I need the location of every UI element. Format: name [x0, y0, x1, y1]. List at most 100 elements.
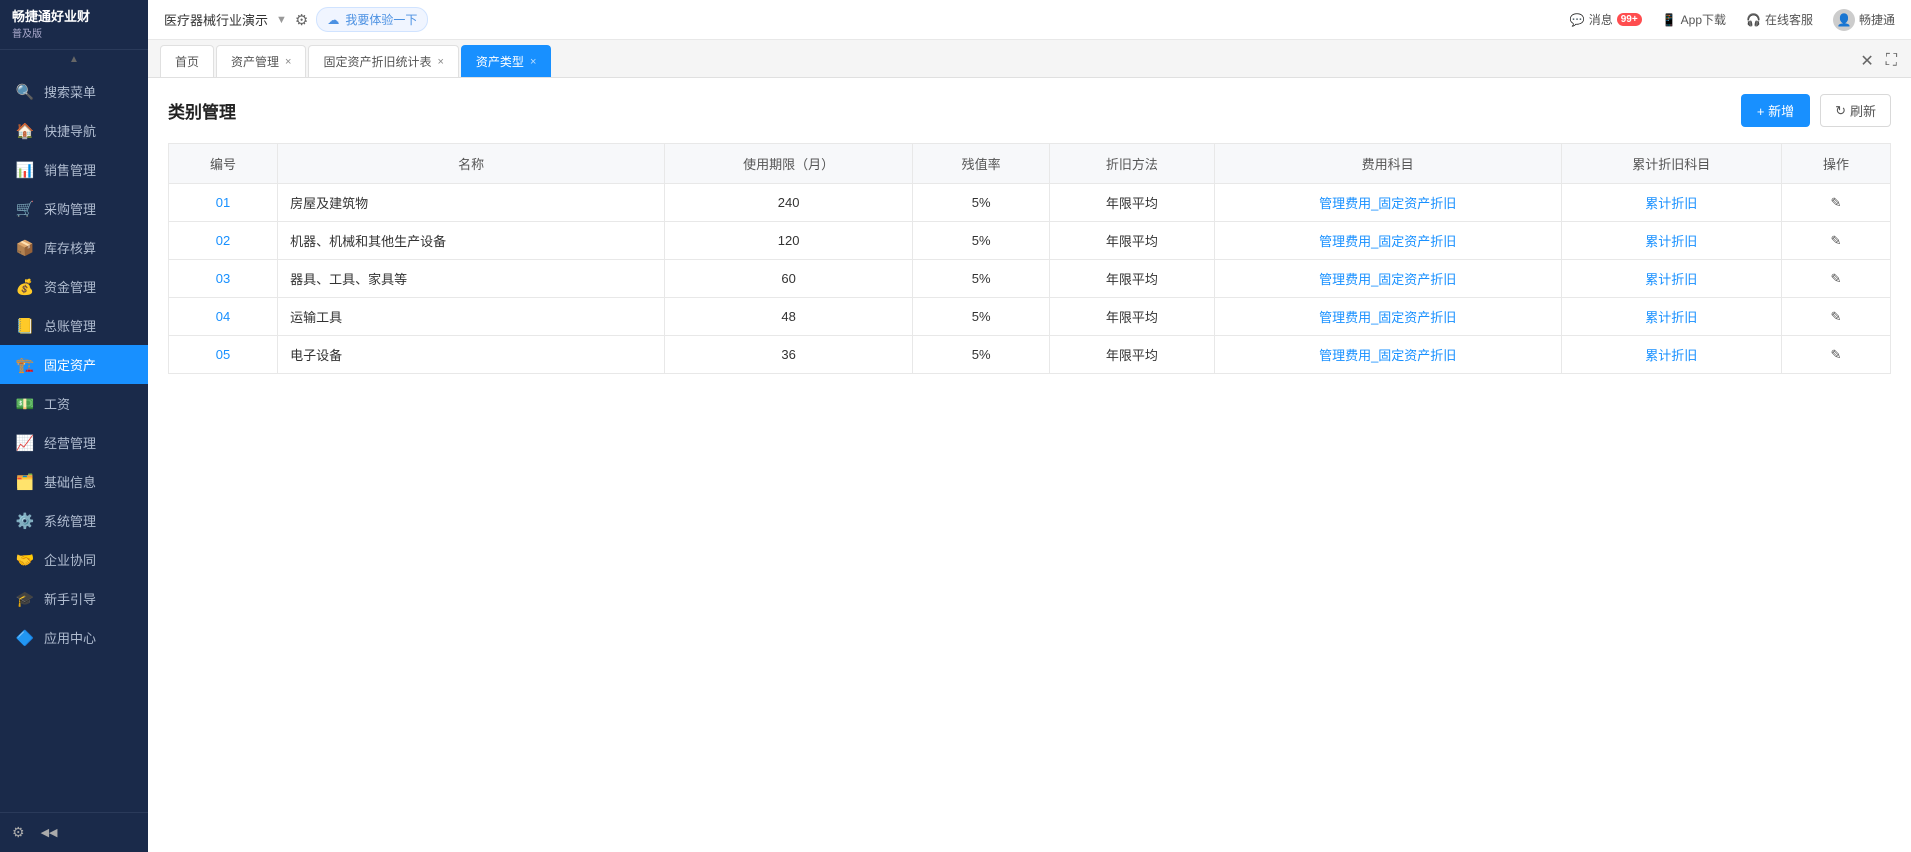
company-settings-icon[interactable]: ⚙ — [295, 11, 308, 29]
nav-icon-quick-nav: 🏠 — [16, 122, 34, 140]
tab-close-asset-type[interactable]: × — [530, 56, 536, 68]
sidebar-item-basic-info[interactable]: 🗂️ 基础信息 — [0, 462, 148, 501]
cell-edit[interactable]: ✎ — [1781, 298, 1890, 336]
content-area: 类别管理 + 新增 ↻ 刷新 编号名称使用期限（月）残值率折旧方法费用科目累计折… — [148, 78, 1911, 852]
app-download-button[interactable]: 📱 App下载 — [1662, 11, 1726, 28]
company-name[interactable]: 医疗器械行业演示 — [164, 10, 268, 29]
sidebar-item-salary[interactable]: 💵 工资 — [0, 384, 148, 423]
edit-icon[interactable]: ✎ — [1830, 271, 1841, 286]
nav-label-quick-nav: 快捷导航 — [44, 121, 96, 140]
settings-icon[interactable]: ⚙ — [12, 824, 25, 841]
nav-label-system: 系统管理 — [44, 511, 96, 530]
new-button[interactable]: + 新增 — [1741, 94, 1810, 127]
sidebar-item-ledger[interactable]: 📒 总账管理 — [0, 306, 148, 345]
experience-label: 我要体验一下 — [345, 11, 417, 28]
edit-icon[interactable]: ✎ — [1830, 233, 1841, 248]
sidebar-item-system[interactable]: ⚙️ 系统管理 — [0, 501, 148, 540]
tab-label-asset-mgmt: 资产管理 — [231, 53, 279, 70]
nav-label-ledger: 总账管理 — [44, 316, 96, 335]
tab-home[interactable]: 首页 — [160, 45, 214, 77]
app-version: 普及版 — [12, 25, 90, 40]
cell-edit[interactable]: ✎ — [1781, 184, 1890, 222]
sidebar-item-inventory[interactable]: 📦 库存核算 — [0, 228, 148, 267]
company-dropdown-icon[interactable]: ▼ — [276, 14, 287, 26]
nav-icon-sales: 📊 — [16, 161, 34, 179]
tab-label-asset-type: 资产类型 — [476, 53, 524, 70]
main-content: 医疗器械行业演示 ▼ ⚙ ☁ 我要体验一下 💬 消息 99+ 📱 App下载 🎧… — [148, 0, 1911, 852]
tabbar: 首页资产管理 × 固定资产折旧统计表 × 资产类型 × ✕ ⛶ — [148, 40, 1911, 78]
cell-expense: 管理费用_固定资产折旧 — [1214, 336, 1561, 374]
tab-close-asset-mgmt[interactable]: × — [285, 56, 291, 68]
sidebar-item-capital[interactable]: 💰 资金管理 — [0, 267, 148, 306]
cell-edit[interactable]: ✎ — [1781, 336, 1890, 374]
cell-method: 年限平均 — [1050, 184, 1215, 222]
cell-edit[interactable]: ✎ — [1781, 222, 1890, 260]
topbar: 医疗器械行业演示 ▼ ⚙ ☁ 我要体验一下 💬 消息 99+ 📱 App下载 🎧… — [148, 0, 1911, 40]
online-service-button[interactable]: 🎧 在线客服 — [1746, 11, 1813, 28]
table-header-row: 编号名称使用期限（月）残值率折旧方法费用科目累计折旧科目操作 — [169, 144, 1891, 184]
edit-icon[interactable]: ✎ — [1830, 195, 1841, 210]
table-row: 02机器、机械和其他生产设备1205%年限平均管理费用_固定资产折旧累计折旧✎ — [169, 222, 1891, 260]
sidebar-nav: 🔍 搜索菜单 🏠 快捷导航 📊 销售管理 🛒 采购管理 📦 库存核算 💰 资金管… — [0, 68, 148, 812]
table-header-cell: 编号 — [169, 144, 278, 184]
sidebar-item-fixed-assets[interactable]: 🏗️ 固定资产 — [0, 345, 148, 384]
nav-label-guide: 新手引导 — [44, 589, 96, 608]
refresh-icon: ↻ — [1835, 103, 1846, 119]
edit-icon[interactable]: ✎ — [1830, 347, 1841, 362]
tab-depreciation-table[interactable]: 固定资产折旧统计表 × — [308, 45, 458, 77]
close-tab-button[interactable]: ✕ — [1858, 49, 1875, 73]
sidebar-item-app-center[interactable]: 🔷 应用中心 — [0, 618, 148, 657]
cell-method: 年限平均 — [1050, 260, 1215, 298]
sidebar-bottom: ⚙ ◀◀ — [0, 812, 148, 852]
cell-edit[interactable]: ✎ — [1781, 260, 1890, 298]
edit-icon[interactable]: ✎ — [1830, 309, 1841, 324]
tab-asset-type[interactable]: 资产类型 × — [461, 45, 551, 77]
cell-expense: 管理费用_固定资产折旧 — [1214, 260, 1561, 298]
scroll-up-indicator: ▲ — [0, 50, 148, 68]
expand-button[interactable]: ⛶ — [1884, 50, 1899, 72]
cell-expense: 管理费用_固定资产折旧 — [1214, 184, 1561, 222]
cell-accum: 累计折旧 — [1561, 260, 1781, 298]
cell-months: 120 — [665, 222, 913, 260]
category-table: 编号名称使用期限（月）残值率折旧方法费用科目累计折旧科目操作 01房屋及建筑物2… — [168, 143, 1891, 374]
cell-expense: 管理费用_固定资产折旧 — [1214, 298, 1561, 336]
sidebar-item-guide[interactable]: 🎓 新手引导 — [0, 579, 148, 618]
refresh-button[interactable]: ↻ 刷新 — [1820, 94, 1891, 127]
table-header-cell: 费用科目 — [1214, 144, 1561, 184]
sidebar-item-operations[interactable]: 📈 经营管理 — [0, 423, 148, 462]
sidebar-item-sales[interactable]: 📊 销售管理 — [0, 150, 148, 189]
tab-close-depreciation-table[interactable]: × — [437, 56, 443, 68]
page-actions: + 新增 ↻ 刷新 — [1741, 94, 1891, 127]
nav-icon-guide: 🎓 — [16, 590, 34, 608]
tab-asset-mgmt[interactable]: 资产管理 × — [216, 45, 306, 77]
download-icon: 📱 — [1662, 13, 1677, 27]
sidebar-item-purchase[interactable]: 🛒 采购管理 — [0, 189, 148, 228]
nav-icon-fixed-assets: 🏗️ — [16, 356, 34, 374]
nav-icon-basic-info: 🗂️ — [16, 473, 34, 491]
sidebar-item-quick-nav[interactable]: 🏠 快捷导航 — [0, 111, 148, 150]
cell-residual: 5% — [913, 260, 1050, 298]
experience-button[interactable]: ☁ 我要体验一下 — [316, 7, 428, 32]
collapse-icon[interactable]: ◀◀ — [41, 826, 58, 839]
table-row: 04运输工具485%年限平均管理费用_固定资产折旧累计折旧✎ — [169, 298, 1891, 336]
table-row: 03器具、工具、家具等605%年限平均管理费用_固定资产折旧累计折旧✎ — [169, 260, 1891, 298]
sidebar-item-search[interactable]: 🔍 搜索菜单 — [0, 72, 148, 111]
service-label: 在线客服 — [1765, 11, 1813, 28]
download-label: App下载 — [1681, 11, 1726, 28]
cell-residual: 5% — [913, 184, 1050, 222]
user-button[interactable]: 👤 畅捷通 — [1833, 9, 1895, 31]
sidebar: 畅捷通好业财 普及版 ▲ 🔍 搜索菜单 🏠 快捷导航 📊 销售管理 🛒 采购管理… — [0, 0, 148, 852]
nav-icon-enterprise: 🤝 — [16, 551, 34, 569]
tab-label-depreciation-table: 固定资产折旧统计表 — [323, 53, 431, 70]
notifications-button[interactable]: 💬 消息 99+ — [1570, 11, 1642, 28]
page-title: 类别管理 — [168, 98, 236, 123]
refresh-label: 刷新 — [1850, 101, 1876, 120]
nav-label-enterprise: 企业协同 — [44, 550, 96, 569]
sidebar-item-enterprise[interactable]: 🤝 企业协同 — [0, 540, 148, 579]
cell-accum: 累计折旧 — [1561, 222, 1781, 260]
nav-icon-inventory: 📦 — [16, 239, 34, 257]
nav-icon-search: 🔍 — [16, 83, 34, 101]
nav-label-sales: 销售管理 — [44, 160, 96, 179]
cell-months: 60 — [665, 260, 913, 298]
topbar-right: 💬 消息 99+ 📱 App下载 🎧 在线客服 👤 畅捷通 — [1570, 9, 1895, 31]
